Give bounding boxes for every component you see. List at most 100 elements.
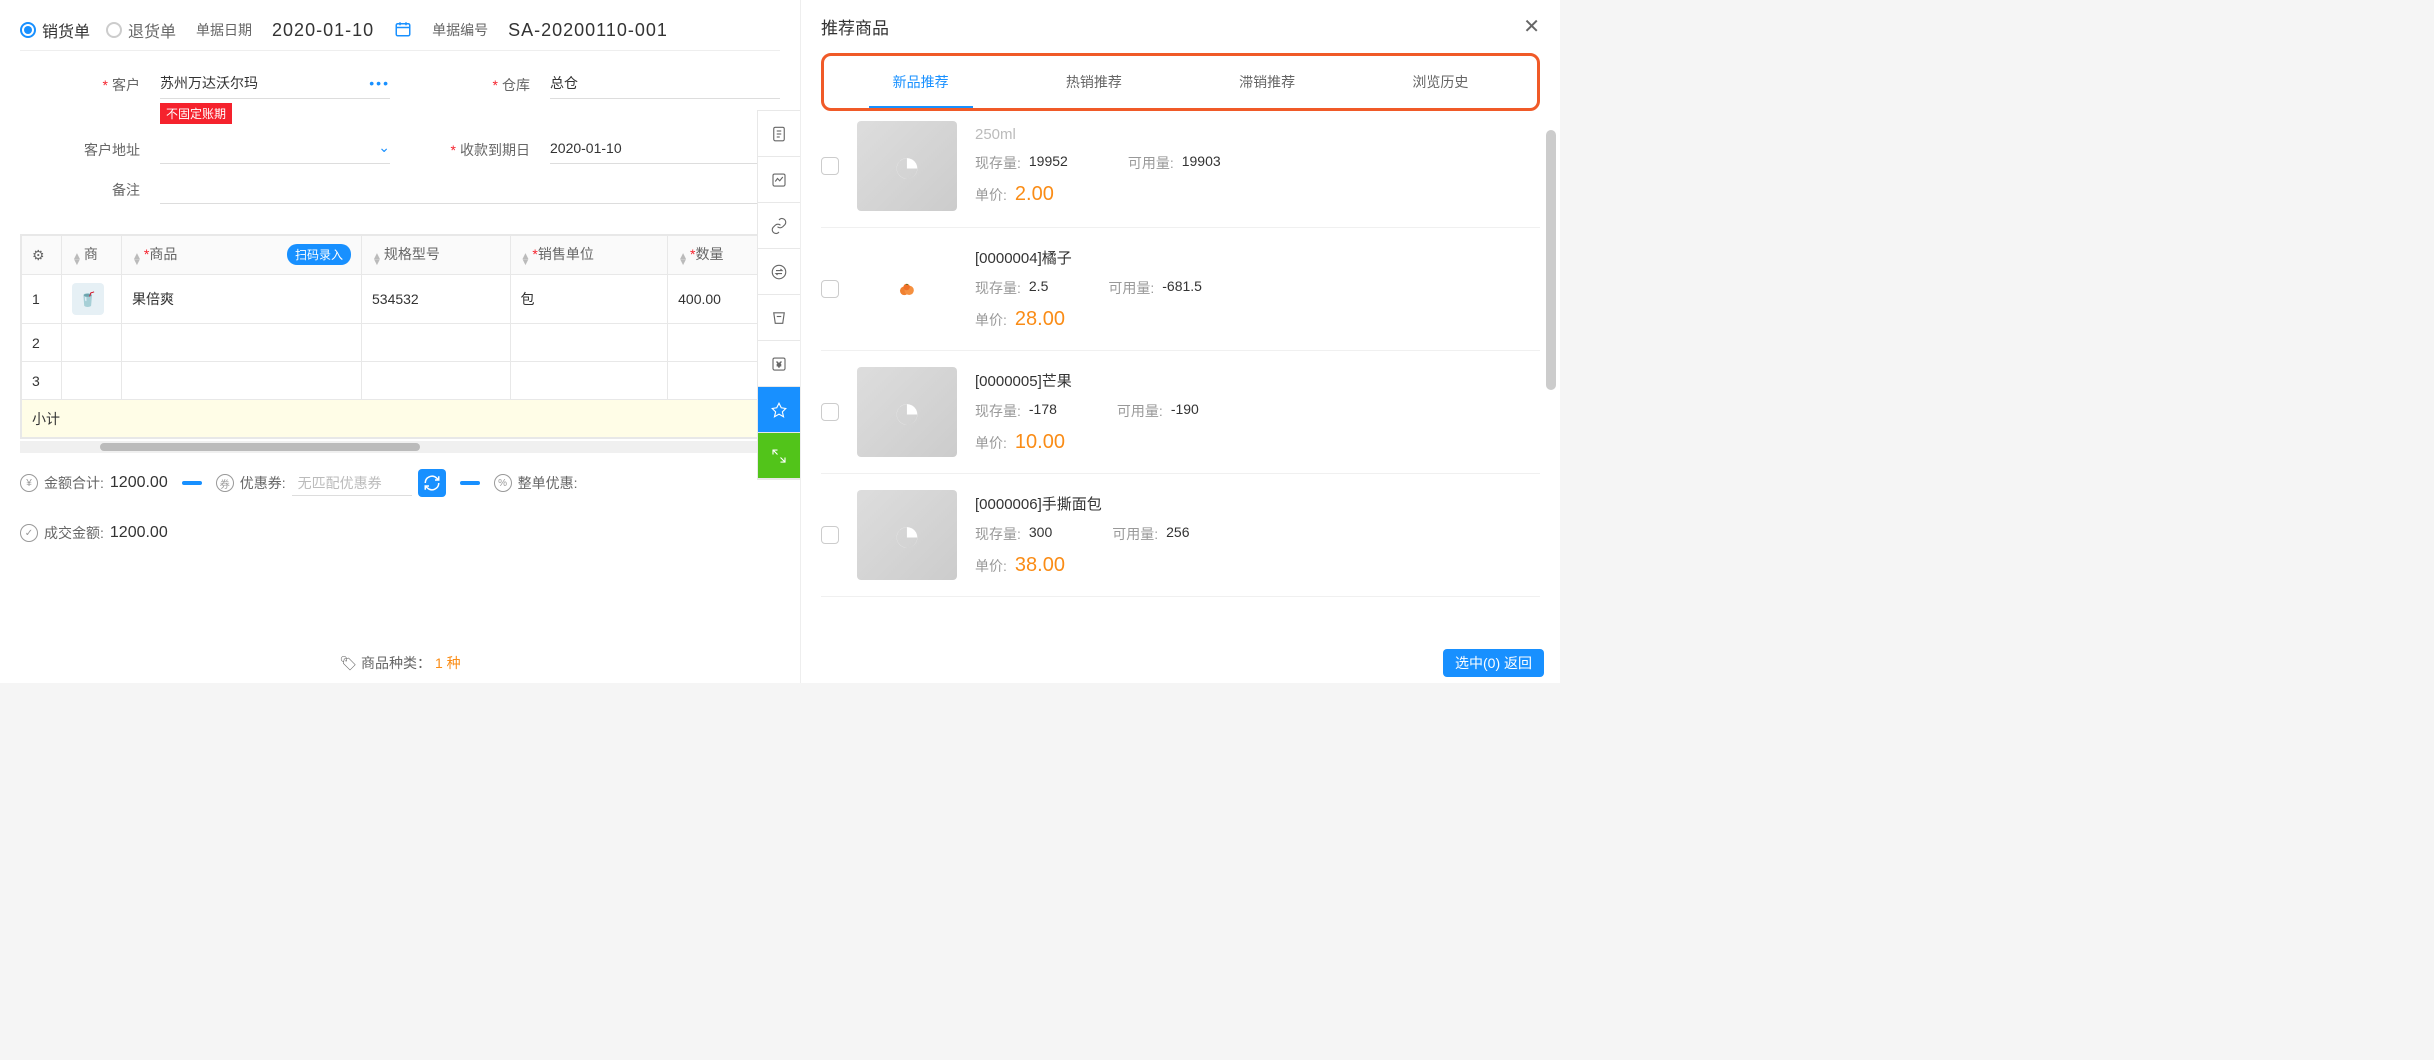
- deal-amount: ✓ 成交金额: 1200.00: [20, 523, 168, 543]
- scrollbar-thumb[interactable]: [100, 443, 420, 451]
- close-icon[interactable]: ✕: [1523, 14, 1540, 39]
- tab-slow-recommend[interactable]: 滞销推荐: [1181, 62, 1354, 102]
- col-spec[interactable]: ▲▼规格型号: [362, 236, 511, 275]
- subtotal-label: 小计: [22, 400, 779, 438]
- toolbar-favorite-button[interactable]: [758, 387, 800, 433]
- deal-icon: ✓: [20, 524, 38, 542]
- toolbar-currency-button[interactable]: ¥: [758, 341, 800, 387]
- item-thumb: ◔: [857, 490, 957, 580]
- tab-browse-history[interactable]: 浏览历史: [1354, 62, 1527, 102]
- toolbar-chart-button[interactable]: [758, 157, 800, 203]
- yen-icon: ¥: [20, 474, 38, 492]
- row-image-cell: 🥤: [62, 275, 122, 324]
- radio-sales-label: 销货单: [42, 18, 90, 42]
- due-date-label: *收款到期日: [410, 136, 530, 160]
- item-name: [0000004]橘子: [975, 247, 1540, 268]
- radio-dot-icon: [106, 22, 122, 38]
- customer-badge: 不固定账期: [160, 103, 232, 124]
- doc-num-label: 单据编号: [432, 20, 488, 40]
- tab-new-recommend[interactable]: 新品推荐: [834, 62, 1007, 102]
- row-unit[interactable]: 包: [510, 275, 668, 324]
- doc-num-value: SA-20200110-001: [508, 20, 668, 41]
- scan-input-button[interactable]: 扫码录入: [287, 244, 351, 265]
- chevron-down-icon[interactable]: ⌄: [378, 139, 390, 156]
- side-toolbar: ¥: [757, 110, 800, 480]
- row-number: 2: [22, 324, 62, 362]
- list-item: ◔ [0000006]手撕面包 现存量:300 可用量:256 单价:38.00: [821, 474, 1540, 597]
- line-items-table: ⚙ ▲▼商 ▲▼*商品扫码录入 ▲▼规格型号 ▲▼*销售单位 ▲▼*数量 1 🥤…: [20, 234, 780, 439]
- recommend-tabs: 新品推荐 热销推荐 滞销推荐 浏览历史: [821, 53, 1540, 111]
- row-product[interactable]: 果倍爽: [122, 275, 362, 324]
- address-field[interactable]: ⌄: [160, 136, 390, 164]
- coupon-input[interactable]: 无匹配优惠券: [292, 471, 412, 496]
- warehouse-field[interactable]: 总仓: [550, 71, 780, 99]
- radio-return-label: 退货单: [128, 18, 176, 42]
- order-discount: % 整单优惠:: [494, 473, 578, 493]
- item-name: 250ml: [975, 126, 1540, 143]
- tag-icon: 🏷: [339, 655, 357, 671]
- list-item: ◔ [0000005]芒果 现存量:-178 可用量:-190 单价:10.00: [821, 351, 1540, 474]
- calendar-icon[interactable]: [394, 20, 412, 41]
- item-checkbox[interactable]: [821, 157, 839, 175]
- remark-field[interactable]: [160, 176, 780, 204]
- item-checkbox[interactable]: [821, 403, 839, 421]
- gear-icon: ⚙: [32, 247, 45, 263]
- warehouse-label: *仓库: [410, 71, 530, 95]
- sort-icon: ▲▼: [678, 254, 688, 266]
- due-date-field[interactable]: 2020-01-10: [550, 136, 780, 164]
- remark-label: 备注: [20, 176, 140, 200]
- radio-sales-order[interactable]: 销货单: [20, 18, 90, 42]
- sort-icon: ▲▼: [72, 254, 82, 266]
- product-thumb: 🥤: [72, 283, 104, 315]
- sort-icon: ▲▼: [521, 254, 531, 266]
- tab-hot-recommend[interactable]: 热销推荐: [1007, 62, 1180, 102]
- table-row[interactable]: 1 🥤 果倍爽 534532 包 400.00: [22, 275, 779, 324]
- ellipsis-icon[interactable]: •••: [369, 75, 390, 91]
- item-thumb: [857, 244, 957, 334]
- doc-date-value[interactable]: 2020-01-10: [272, 20, 374, 41]
- toolbar-transfer-button[interactable]: [758, 249, 800, 295]
- minus-icon: [460, 481, 480, 485]
- toolbar-link-button[interactable]: [758, 203, 800, 249]
- address-label: 客户地址: [20, 136, 140, 160]
- warehouse-value: 总仓: [550, 73, 780, 93]
- total-amount: ¥ 金额合计: 1200.00: [20, 473, 168, 493]
- item-checkbox[interactable]: [821, 280, 839, 298]
- row-number: 1: [22, 275, 62, 324]
- list-item: ◔ 250ml 现存量:19952 可用量:19903 单价:2.00: [821, 121, 1540, 228]
- doc-date-label: 单据日期: [196, 20, 252, 40]
- col-unit[interactable]: ▲▼*销售单位: [510, 236, 668, 275]
- recommend-list[interactable]: ◔ 250ml 现存量:19952 可用量:19903 单价:2.00 [0: [801, 121, 1560, 683]
- table-row[interactable]: 3: [22, 362, 779, 400]
- customer-field[interactable]: 苏州万达沃尔玛 •••: [160, 71, 390, 99]
- sort-icon: ▲▼: [372, 254, 382, 266]
- recommend-title: 推荐商品: [821, 14, 889, 39]
- col-image[interactable]: ▲▼商: [62, 236, 122, 275]
- col-settings[interactable]: ⚙: [22, 236, 62, 275]
- sort-icon: ▲▼: [132, 254, 142, 266]
- minus-icon: [182, 481, 202, 485]
- vertical-scrollbar[interactable]: [1546, 130, 1556, 390]
- horizontal-scrollbar[interactable]: [20, 441, 780, 453]
- bottom-summary: 🏷 商品种类： 1 种: [0, 653, 800, 673]
- toolbar-expand-button[interactable]: [758, 433, 800, 479]
- table-row[interactable]: 2: [22, 324, 779, 362]
- item-checkbox[interactable]: [821, 526, 839, 544]
- subtotal-row: 小计: [22, 400, 779, 438]
- radio-dot-icon: [20, 22, 36, 38]
- coupon-field: 券 优惠券: 无匹配优惠券: [216, 469, 446, 497]
- selected-return-button[interactable]: 选中(0) 返回: [1443, 649, 1544, 677]
- col-product[interactable]: ▲▼*商品扫码录入: [122, 236, 362, 275]
- item-name: [0000005]芒果: [975, 370, 1540, 391]
- radio-return-order[interactable]: 退货单: [106, 18, 176, 42]
- toolbar-archive-button[interactable]: [758, 295, 800, 341]
- item-thumb: ◔: [857, 367, 957, 457]
- row-number: 3: [22, 362, 62, 400]
- item-name: [0000006]手撕面包: [975, 493, 1540, 514]
- item-thumb: ◔: [857, 121, 957, 211]
- refresh-button[interactable]: [418, 469, 446, 497]
- customer-label: *客户: [20, 71, 140, 95]
- customer-value: 苏州万达沃尔玛: [160, 73, 369, 93]
- toolbar-notes-button[interactable]: [758, 111, 800, 157]
- row-spec[interactable]: 534532: [362, 275, 511, 324]
